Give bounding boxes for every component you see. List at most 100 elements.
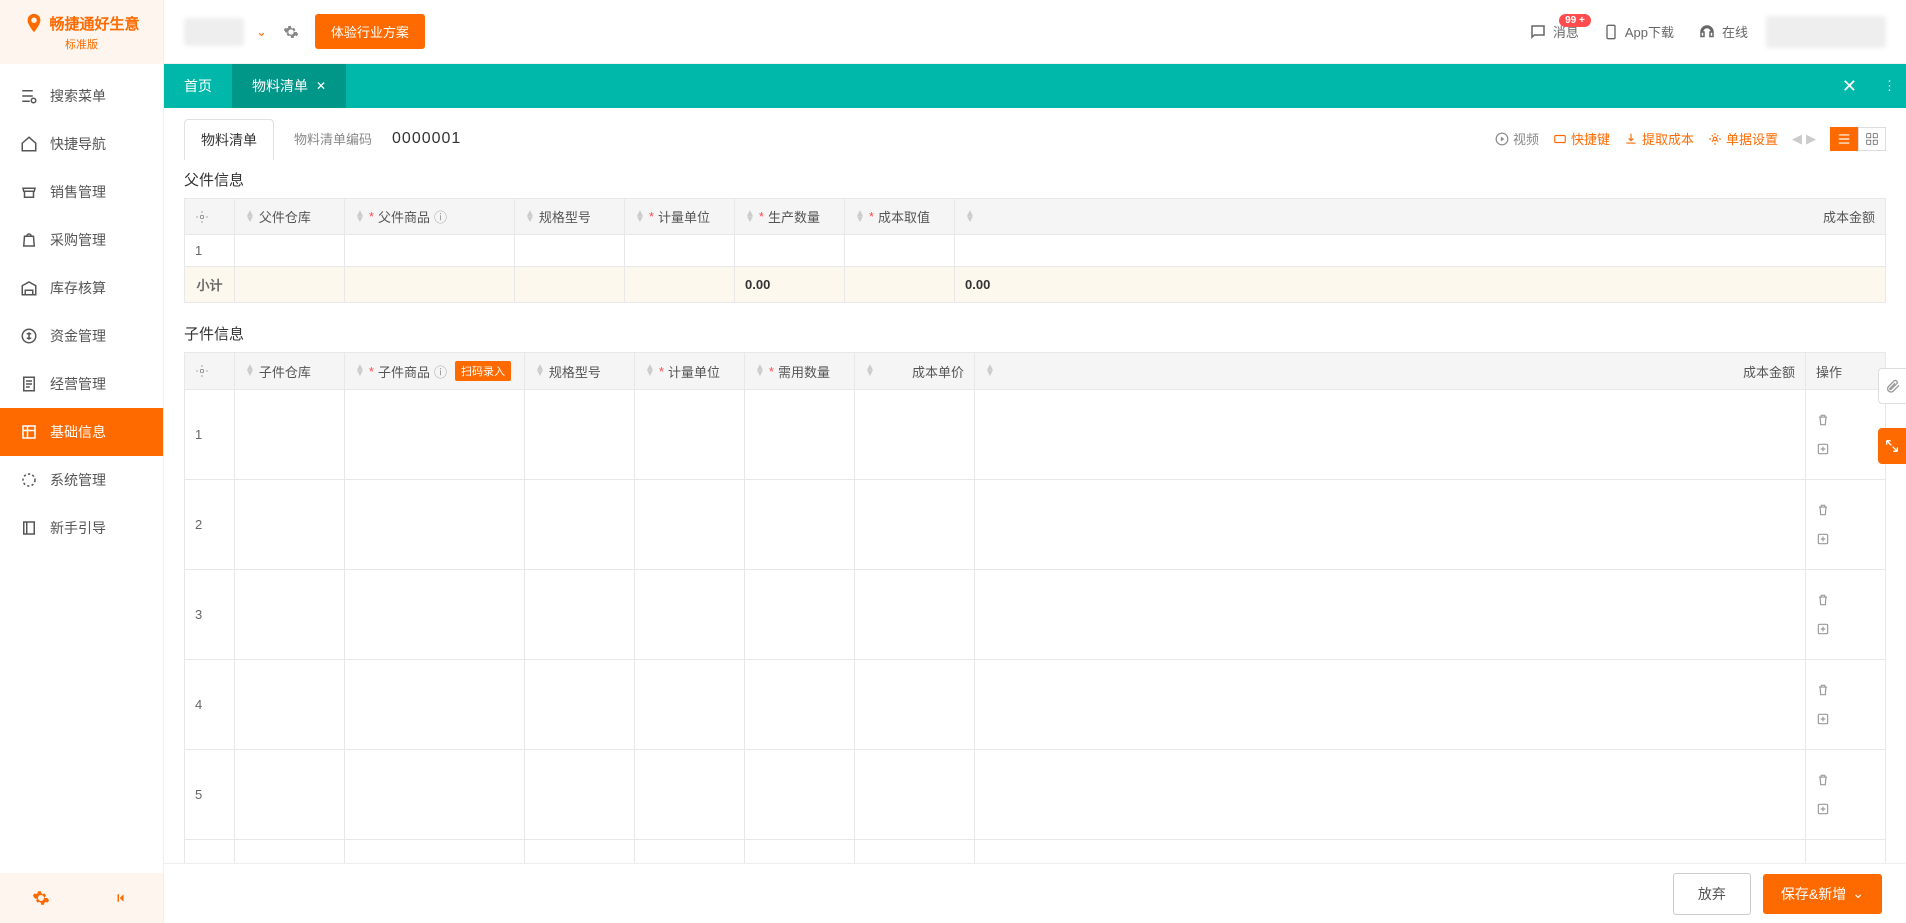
cell-product[interactable]: [345, 235, 515, 267]
cell-unit-cost[interactable]: [855, 480, 975, 570]
cell-warehouse[interactable]: [235, 750, 345, 840]
table-row[interactable]: 1: [185, 235, 1886, 267]
sidebar-item-2[interactable]: 销售管理: [0, 168, 163, 216]
cell-spec[interactable]: [515, 235, 625, 267]
online-support-link[interactable]: 在线: [1692, 22, 1754, 41]
col-child-spec[interactable]: ▲▼规格型号: [525, 353, 635, 390]
cell-qty[interactable]: [745, 750, 855, 840]
video-link[interactable]: 视频: [1495, 129, 1539, 148]
scan-badge[interactable]: 扫码录入: [455, 361, 511, 381]
help-icon[interactable]: ⓘ: [434, 207, 447, 226]
save-new-button[interactable]: 保存&新增 ⌄: [1763, 874, 1882, 914]
sidebar-item-7[interactable]: 基础信息: [0, 408, 163, 456]
cell-unit[interactable]: [635, 480, 745, 570]
col-child-cost-amount[interactable]: ▲▼成本金额: [975, 353, 1806, 390]
close-icon[interactable]: ✕: [316, 79, 326, 93]
cell-warehouse[interactable]: [235, 570, 345, 660]
cell-cost-method[interactable]: [845, 235, 955, 267]
col-parent-spec[interactable]: ▲▼规格型号: [515, 199, 625, 235]
cell-warehouse[interactable]: [235, 480, 345, 570]
table-settings-header[interactable]: [185, 199, 235, 235]
experience-button[interactable]: 体验行业方案: [315, 14, 425, 49]
doc-settings-link[interactable]: 单据设置: [1708, 129, 1778, 148]
cell-cost-amount[interactable]: [975, 660, 1806, 750]
cell-unit-cost[interactable]: [855, 660, 975, 750]
add-row-icon[interactable]: [1816, 622, 1875, 636]
tab-bom[interactable]: 物料清单 ✕: [232, 64, 346, 108]
attachment-icon[interactable]: [1878, 368, 1906, 404]
prev-record-icon[interactable]: ◀: [1792, 131, 1802, 147]
org-dropdown[interactable]: ⌄: [256, 24, 267, 40]
cell-unit[interactable]: [635, 390, 745, 480]
extract-cost-link[interactable]: 提取成本: [1624, 129, 1694, 148]
table-row[interactable]: 1: [185, 390, 1886, 480]
cell-warehouse[interactable]: [235, 390, 345, 480]
cell-unit[interactable]: [635, 570, 745, 660]
cell-qty[interactable]: [745, 570, 855, 660]
cell-spec[interactable]: [525, 660, 635, 750]
cell-warehouse[interactable]: [235, 660, 345, 750]
messages-link[interactable]: 消息 99 +: [1523, 22, 1585, 41]
col-child-product[interactable]: ▲▼*子件商品ⓘ扫码录入: [345, 353, 525, 390]
col-parent-qty[interactable]: ▲▼*生产数量: [735, 199, 845, 235]
col-child-unit-cost[interactable]: ▲▼成本单价: [855, 353, 975, 390]
cell-cost-amount[interactable]: [975, 480, 1806, 570]
cell-spec[interactable]: [525, 570, 635, 660]
table-row[interactable]: 4: [185, 660, 1886, 750]
app-download-link[interactable]: App下载: [1597, 22, 1680, 41]
cell-product[interactable]: [345, 660, 525, 750]
delete-row-icon[interactable]: [1816, 593, 1875, 607]
table-row[interactable]: 5: [185, 750, 1886, 840]
cell-qty[interactable]: [745, 840, 855, 864]
cell-qty[interactable]: [735, 235, 845, 267]
tab-home[interactable]: 首页: [164, 64, 232, 108]
cell-unit-cost[interactable]: [855, 840, 975, 864]
list-view-icon[interactable]: [1830, 127, 1858, 151]
collapse-icon[interactable]: [113, 889, 131, 907]
add-row-icon[interactable]: [1816, 442, 1875, 456]
grid-view-icon[interactable]: [1858, 127, 1886, 151]
col-child-qty[interactable]: ▲▼*需用数量: [745, 353, 855, 390]
cell-unit[interactable]: [635, 660, 745, 750]
cell-unit[interactable]: [625, 235, 735, 267]
tabs-more-icon[interactable]: ⋮: [1873, 78, 1906, 94]
add-row-icon[interactable]: [1816, 532, 1875, 546]
cell-spec[interactable]: [525, 750, 635, 840]
cell-product[interactable]: [345, 750, 525, 840]
cell-spec[interactable]: [525, 480, 635, 570]
next-record-icon[interactable]: ▶: [1806, 131, 1816, 147]
help-icon[interactable]: ⓘ: [434, 362, 447, 381]
col-parent-unit[interactable]: ▲▼*计量单位: [625, 199, 735, 235]
col-parent-warehouse[interactable]: ▲▼父件仓库: [235, 199, 345, 235]
col-parent-cost-method[interactable]: ▲▼*成本取值: [845, 199, 955, 235]
sidebar-item-1[interactable]: 快捷导航: [0, 120, 163, 168]
cell-qty[interactable]: [745, 480, 855, 570]
table-row[interactable]: 6: [185, 840, 1886, 864]
settings-icon[interactable]: [32, 889, 50, 907]
sidebar-item-9[interactable]: 新手引导: [0, 504, 163, 552]
table-row[interactable]: 3: [185, 570, 1886, 660]
delete-row-icon[interactable]: [1816, 683, 1875, 697]
sidebar-item-5[interactable]: 资金管理: [0, 312, 163, 360]
sidebar-item-0[interactable]: 搜索菜单: [0, 72, 163, 120]
cell-unit-cost[interactable]: [855, 750, 975, 840]
sidebar-item-8[interactable]: 系统管理: [0, 456, 163, 504]
discard-button[interactable]: 放弃: [1673, 873, 1751, 915]
org-selector-blur[interactable]: [184, 18, 244, 46]
brand-logo[interactable]: 畅捷通好生意 标准版: [0, 0, 163, 64]
cell-unit[interactable]: [635, 750, 745, 840]
cell-unit-cost[interactable]: [855, 570, 975, 660]
col-parent-product[interactable]: ▲▼*父件商品ⓘ: [345, 199, 515, 235]
user-avatar-blur[interactable]: [1766, 16, 1886, 48]
delete-row-icon[interactable]: [1816, 773, 1875, 787]
close-all-tabs-icon[interactable]: ✕: [1826, 76, 1873, 97]
cell-cost-amount[interactable]: [975, 750, 1806, 840]
col-child-warehouse[interactable]: ▲▼子件仓库: [235, 353, 345, 390]
sidebar-item-6[interactable]: 经营管理: [0, 360, 163, 408]
cell-spec[interactable]: [525, 390, 635, 480]
cell-cost-amount[interactable]: [975, 390, 1806, 480]
table-settings-header[interactable]: [185, 353, 235, 390]
table-row[interactable]: 2: [185, 480, 1886, 570]
cell-qty[interactable]: [745, 660, 855, 750]
cell-unit[interactable]: [635, 840, 745, 864]
